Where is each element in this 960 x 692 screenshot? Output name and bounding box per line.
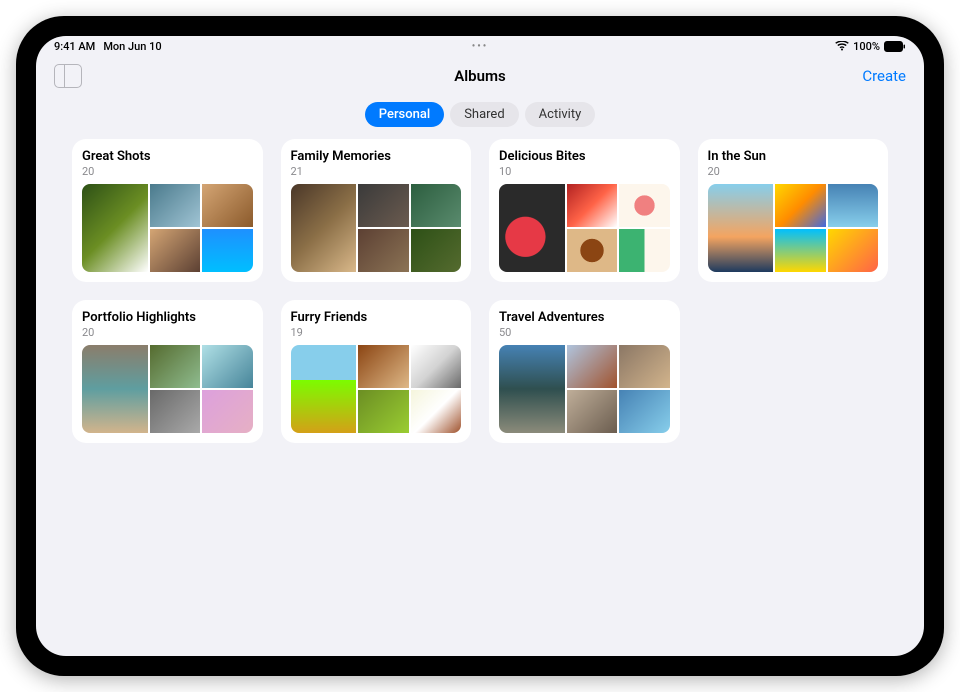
album-title: Family Memories bbox=[291, 149, 462, 164]
album-count: 20 bbox=[708, 165, 879, 178]
photo-thumbnail bbox=[619, 390, 669, 433]
photo-thumbnail bbox=[775, 229, 825, 272]
photo-thumbnail bbox=[150, 229, 200, 272]
album-collage bbox=[291, 345, 462, 433]
photo-thumbnail bbox=[202, 184, 252, 227]
photo-thumbnail bbox=[708, 184, 774, 272]
photo-thumbnail bbox=[411, 345, 461, 388]
photo-thumbnail bbox=[202, 229, 252, 272]
photo-thumbnail bbox=[150, 184, 200, 227]
photo-thumbnail bbox=[358, 184, 408, 227]
photo-thumbnail bbox=[567, 345, 617, 388]
screen: 9:41 AM Mon Jun 10 ••• 100% Albums Creat… bbox=[36, 36, 924, 656]
photo-thumbnail bbox=[291, 184, 357, 272]
battery-icon bbox=[884, 41, 906, 52]
photo-thumbnail bbox=[82, 345, 148, 433]
album-collage bbox=[499, 184, 670, 272]
photo-thumbnail bbox=[82, 184, 148, 272]
photo-thumbnail bbox=[202, 390, 252, 433]
photo-thumbnail bbox=[411, 229, 461, 272]
album-collage bbox=[291, 184, 462, 272]
photo-thumbnail bbox=[499, 184, 565, 272]
battery-percent: 100% bbox=[853, 40, 880, 53]
photo-thumbnail bbox=[828, 229, 878, 272]
album-collage bbox=[499, 345, 670, 433]
photo-thumbnail bbox=[619, 345, 669, 388]
album-card[interactable]: Furry Friends19 bbox=[281, 300, 472, 443]
album-count: 10 bbox=[499, 165, 670, 178]
status-time: 9:41 AM bbox=[54, 40, 95, 53]
album-count: 20 bbox=[82, 165, 253, 178]
multitask-dots-icon[interactable]: ••• bbox=[472, 41, 489, 52]
photo-thumbnail bbox=[619, 229, 669, 272]
photo-thumbnail bbox=[358, 390, 408, 433]
photo-thumbnail bbox=[358, 345, 408, 388]
album-collage bbox=[708, 184, 879, 272]
album-count: 21 bbox=[291, 165, 462, 178]
wifi-icon bbox=[835, 41, 849, 51]
photo-thumbnail bbox=[567, 390, 617, 433]
nav-bar: Albums Create bbox=[36, 56, 924, 96]
album-card[interactable]: Delicious Bites10 bbox=[489, 139, 680, 282]
album-card[interactable]: Great Shots20 bbox=[72, 139, 263, 282]
photo-thumbnail bbox=[150, 390, 200, 433]
album-title: Great Shots bbox=[82, 149, 253, 164]
create-button[interactable]: Create bbox=[862, 67, 906, 85]
photo-thumbnail bbox=[411, 390, 461, 433]
album-title: Portfolio Highlights bbox=[82, 310, 253, 325]
page-title: Albums bbox=[454, 67, 505, 85]
photo-thumbnail bbox=[619, 184, 669, 227]
album-card[interactable]: In the Sun20 bbox=[698, 139, 889, 282]
segment-activity[interactable]: Activity bbox=[525, 102, 596, 127]
photo-thumbnail bbox=[150, 345, 200, 388]
status-bar: 9:41 AM Mon Jun 10 ••• 100% bbox=[36, 36, 924, 56]
album-count: 19 bbox=[291, 326, 462, 339]
album-title: In the Sun bbox=[708, 149, 879, 164]
album-card[interactable]: Portfolio Highlights20 bbox=[72, 300, 263, 443]
photo-thumbnail bbox=[358, 229, 408, 272]
photo-thumbnail bbox=[828, 184, 878, 227]
photo-thumbnail bbox=[411, 184, 461, 227]
photo-thumbnail bbox=[567, 184, 617, 227]
album-title: Delicious Bites bbox=[499, 149, 670, 164]
photo-thumbnail bbox=[567, 229, 617, 272]
album-count: 50 bbox=[499, 326, 670, 339]
album-card[interactable]: Family Memories21 bbox=[281, 139, 472, 282]
photo-thumbnail bbox=[202, 345, 252, 388]
album-title: Travel Adventures bbox=[499, 310, 670, 325]
segment-personal[interactable]: Personal bbox=[365, 102, 444, 127]
status-date: Mon Jun 10 bbox=[103, 40, 161, 53]
content-scroll[interactable]: Great Shots20Family Memories21Delicious … bbox=[36, 139, 924, 656]
filter-segmented-control: Personal Shared Activity bbox=[36, 96, 924, 139]
segment-shared[interactable]: Shared bbox=[450, 102, 518, 127]
album-title: Furry Friends bbox=[291, 310, 462, 325]
photo-thumbnail bbox=[291, 345, 357, 433]
photo-thumbnail bbox=[499, 345, 565, 433]
album-count: 20 bbox=[82, 326, 253, 339]
photo-thumbnail bbox=[775, 184, 825, 227]
album-collage bbox=[82, 345, 253, 433]
sidebar-toggle-icon[interactable] bbox=[54, 64, 82, 88]
albums-grid: Great Shots20Family Memories21Delicious … bbox=[72, 139, 888, 443]
album-card[interactable]: Travel Adventures50 bbox=[489, 300, 680, 443]
album-collage bbox=[82, 184, 253, 272]
ipad-device-frame: 9:41 AM Mon Jun 10 ••• 100% Albums Creat… bbox=[16, 16, 944, 676]
